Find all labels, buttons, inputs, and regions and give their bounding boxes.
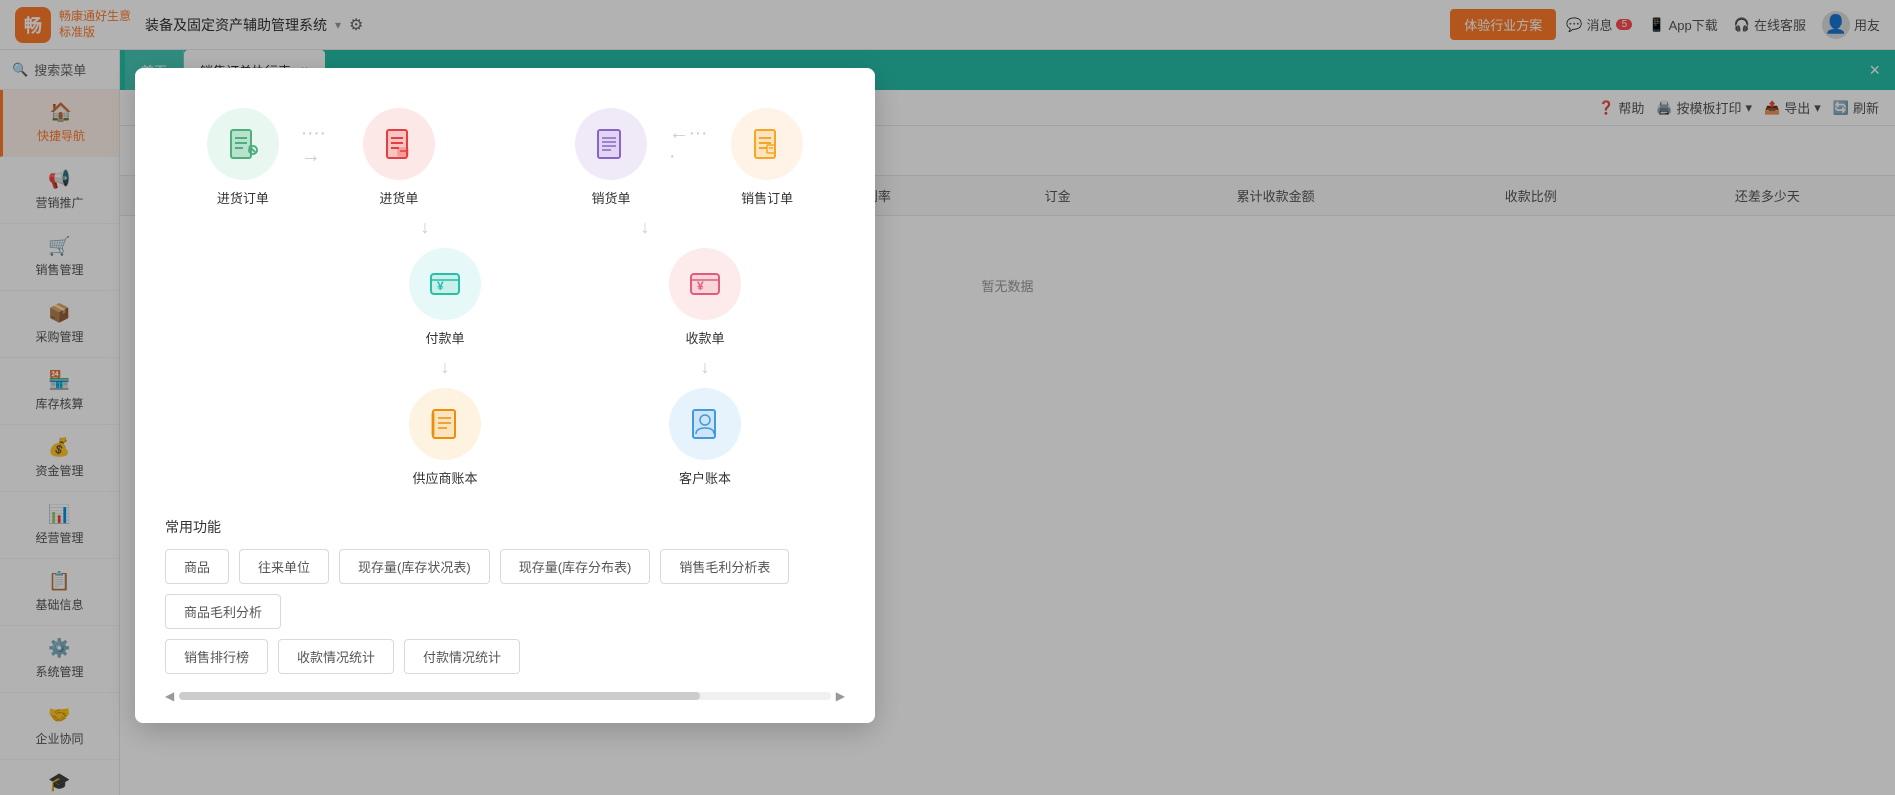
arrow-sb-down: ↓ bbox=[585, 217, 705, 238]
flow-node-purchase-order[interactable]: 进货订单 bbox=[185, 108, 301, 207]
arrow-so-to-sb: ← · · · · bbox=[669, 122, 709, 193]
cf-btn-sales-rank[interactable]: 销售排行榜 bbox=[165, 639, 268, 674]
popup-scrollbar: ◀ ▶ bbox=[165, 689, 845, 703]
arrow-row-down: ↓ ↓ bbox=[165, 217, 845, 238]
arrow-row2-down: ↓ ↓ bbox=[165, 357, 845, 378]
cf-btn-product[interactable]: 商品 bbox=[165, 549, 229, 584]
svg-text:¥: ¥ bbox=[697, 279, 704, 293]
sales-order-icon bbox=[731, 108, 803, 180]
supplier-ledger-icon bbox=[409, 388, 481, 460]
cf-btn-partner[interactable]: 往来单位 bbox=[239, 549, 329, 584]
customer-ledger-label: 客户账本 bbox=[679, 468, 731, 487]
scroll-right-icon[interactable]: ▶ bbox=[836, 689, 845, 703]
flow-row-2: ¥ 付款单 ¥ 收款单 bbox=[165, 238, 845, 357]
cf-btn-product-margin[interactable]: 商品毛利分析 bbox=[165, 594, 281, 629]
scroll-left-icon[interactable]: ◀ bbox=[165, 689, 174, 703]
arrow-pb-down: ↓ bbox=[365, 217, 485, 238]
payment-bill-icon: ¥ bbox=[409, 248, 481, 320]
flow-diagram: 进货订单 · · · · → 进货单 bbox=[165, 98, 845, 497]
scrollbar-track[interactable] bbox=[179, 692, 831, 700]
sales-bill-icon bbox=[575, 108, 647, 180]
arrow-po-to-pb: · · · · → bbox=[301, 122, 341, 193]
customer-ledger-icon bbox=[669, 388, 741, 460]
quick-nav-popup: 进货订单 · · · · → 进货单 bbox=[135, 68, 875, 723]
purchase-bill-icon bbox=[363, 108, 435, 180]
sales-order-label: 销售订单 bbox=[741, 188, 793, 207]
flow-row-3: 供应商账本 客户账本 bbox=[165, 378, 845, 497]
flow-node-customer-ledger[interactable]: 客户账本 bbox=[645, 388, 765, 487]
sales-bill-label: 销货单 bbox=[592, 188, 631, 207]
common-functions: 常用功能 商品 往来单位 现存量(库存状况表) 现存量(库存分布表) 销售毛利分… bbox=[165, 517, 845, 674]
flow-node-supplier-ledger[interactable]: 供应商账本 bbox=[385, 388, 505, 487]
scrollbar-thumb bbox=[179, 692, 700, 700]
cf-btn-stock-dist[interactable]: 现存量(库存分布表) bbox=[500, 549, 651, 584]
purchase-bill-label: 进货单 bbox=[379, 188, 418, 207]
arrow-rec-down: ↓ bbox=[645, 357, 765, 378]
arrow-pay-down: ↓ bbox=[385, 357, 505, 378]
flow-row-1: 进货订单 · · · · → 进货单 bbox=[165, 98, 845, 217]
flow-node-receipt-bill[interactable]: ¥ 收款单 bbox=[645, 248, 765, 347]
cf-btn-payment-stats[interactable]: 付款情况统计 bbox=[404, 639, 520, 674]
common-functions-buttons: 商品 往来单位 现存量(库存状况表) 现存量(库存分布表) 销售毛利分析表 商品… bbox=[165, 549, 845, 629]
common-functions-buttons-2: 销售排行榜 收款情况统计 付款情况统计 bbox=[165, 639, 845, 674]
receipt-bill-label: 收款单 bbox=[685, 328, 724, 347]
flow-node-purchase-bill[interactable]: 进货单 bbox=[341, 108, 457, 207]
cf-btn-stock-status[interactable]: 现存量(库存状况表) bbox=[339, 549, 490, 584]
svg-text:¥: ¥ bbox=[437, 279, 444, 293]
receipt-bill-icon: ¥ bbox=[669, 248, 741, 320]
payment-bill-label: 付款单 bbox=[425, 328, 464, 347]
purchase-order-label: 进货订单 bbox=[217, 188, 269, 207]
flow-node-payment-bill[interactable]: ¥ 付款单 bbox=[385, 248, 505, 347]
cf-btn-sales-margin[interactable]: 销售毛利分析表 bbox=[660, 549, 789, 584]
common-functions-title: 常用功能 bbox=[165, 517, 845, 537]
cf-btn-receipt-stats[interactable]: 收款情况统计 bbox=[278, 639, 394, 674]
flow-node-sales-order[interactable]: 销售订单 bbox=[709, 108, 825, 207]
purchase-order-icon bbox=[207, 108, 279, 180]
supplier-ledger-label: 供应商账本 bbox=[412, 468, 477, 487]
flow-node-sales-bill[interactable]: 销货单 bbox=[553, 108, 669, 207]
